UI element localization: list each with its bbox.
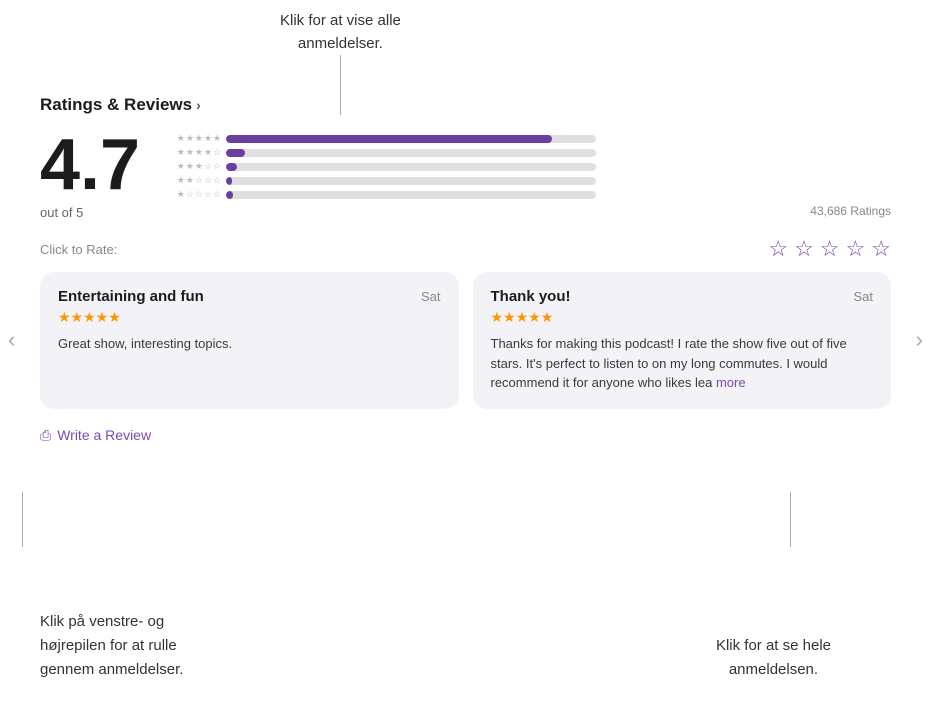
review-stars: ★★★★★	[491, 309, 874, 326]
histogram-bar-track	[226, 177, 596, 185]
rate-star-2[interactable]: ☆	[794, 238, 814, 260]
histogram-bar-fill	[226, 191, 233, 199]
click-to-rate-row: Click to Rate: ☆☆☆☆☆	[40, 238, 891, 260]
histogram-row: ★★☆☆☆	[170, 175, 891, 186]
section-header-chevron: ›	[196, 97, 201, 113]
histogram-star-icons: ★★★☆☆	[170, 161, 222, 172]
write-review-icon: ⎙	[40, 427, 51, 444]
histogram-bar-track	[226, 191, 596, 199]
histogram-bar-track	[226, 149, 596, 157]
histogram-row: ★★★☆☆	[170, 161, 891, 172]
histogram-star-icons: ★★☆☆☆	[170, 175, 222, 186]
top-tooltip-text: Klik for at vise alle anmeldelser.	[280, 10, 401, 55]
write-review-label: Write a Review	[57, 427, 151, 443]
review-stars: ★★★★★	[58, 309, 441, 326]
histogram-star-icons: ★★★★☆	[170, 147, 222, 158]
bottom-right-tooltip: Klik for at se hele anmeldelsen.	[716, 634, 831, 682]
reviews-row: ‹ Entertaining and funSat★★★★★Great show…	[40, 272, 891, 409]
review-cards: Entertaining and fun Sat ★★★★★ Great show, …	[40, 272, 891, 409]
histogram-row: ★★★★★	[170, 133, 891, 144]
prev-arrow[interactable]: ‹	[4, 323, 19, 357]
review-title: Thank you!	[491, 288, 571, 305]
bottom-left-tooltip: Klik på venstre- og højrepilen for at ru…	[40, 610, 183, 682]
review-date: Sat	[421, 289, 441, 304]
review-body: Thanks for making this podcast! I rate t…	[491, 334, 874, 393]
histogram-star-icons: ★☆☆☆☆	[170, 189, 222, 200]
bottom-left-line	[22, 492, 23, 547]
histogram-bar-fill	[226, 135, 552, 143]
write-review-link[interactable]: ⎙ Write a Review	[40, 427, 891, 444]
out-of-label: out of 5	[40, 205, 83, 220]
review-body: Great show, interesting topics.	[58, 334, 441, 354]
review-header: Thank you! Sat	[491, 288, 874, 305]
total-ratings: 43,686 Ratings	[170, 204, 891, 218]
rate-star-5[interactable]: ☆	[871, 238, 891, 260]
review-more-link[interactable]: more	[716, 375, 746, 390]
section-header[interactable]: Ratings & Reviews ›	[40, 95, 891, 115]
star-histogram: ★★★★★ ★★★★☆ ★★★☆☆ ★★☆☆☆ ★☆☆☆☆	[170, 133, 891, 200]
histogram-bar-fill	[226, 163, 237, 171]
histogram-bar-track	[226, 135, 596, 143]
histogram-bar-track	[226, 163, 596, 171]
review-card: Thank you! Sat ★★★★★ Thanks for making this…	[473, 272, 892, 409]
rate-star-1[interactable]: ☆	[768, 238, 788, 260]
rate-star-4[interactable]: ☆	[846, 238, 866, 260]
ratings-area: 4.7 out of 5 ★★★★★ ★★★★☆ ★★★☆☆ ★★☆☆☆ ★☆☆☆☆ 4…	[40, 129, 891, 220]
section-header-title: Ratings & Reviews	[40, 95, 192, 115]
next-arrow[interactable]: ›	[912, 323, 927, 357]
star-rate-buttons[interactable]: ☆☆☆☆☆	[768, 238, 891, 260]
review-card: Entertaining and fun Sat ★★★★★ Great show, …	[40, 272, 459, 409]
ratings-reviews-section: Ratings & Reviews › 4.7 out of 5 ★★★★★★★…	[40, 95, 891, 444]
histogram-star-icons: ★★★★★	[170, 133, 222, 144]
histogram-row: ★☆☆☆☆	[170, 189, 891, 200]
big-score-number: 4.7	[40, 129, 140, 201]
review-date: Sat	[853, 289, 873, 304]
review-title: Entertaining and fun	[58, 288, 204, 305]
bottom-right-line	[790, 492, 791, 547]
histogram-bar-fill	[226, 149, 245, 157]
histogram-block: ★★★★★ ★★★★☆ ★★★☆☆ ★★☆☆☆ ★☆☆☆☆ 43,686 Ratings	[170, 129, 891, 218]
review-header: Entertaining and fun Sat	[58, 288, 441, 305]
histogram-row: ★★★★☆	[170, 147, 891, 158]
histogram-bar-fill	[226, 177, 232, 185]
rate-star-3[interactable]: ☆	[820, 238, 840, 260]
click-to-rate-label: Click to Rate:	[40, 242, 117, 257]
big-score-block: 4.7 out of 5	[40, 129, 140, 220]
